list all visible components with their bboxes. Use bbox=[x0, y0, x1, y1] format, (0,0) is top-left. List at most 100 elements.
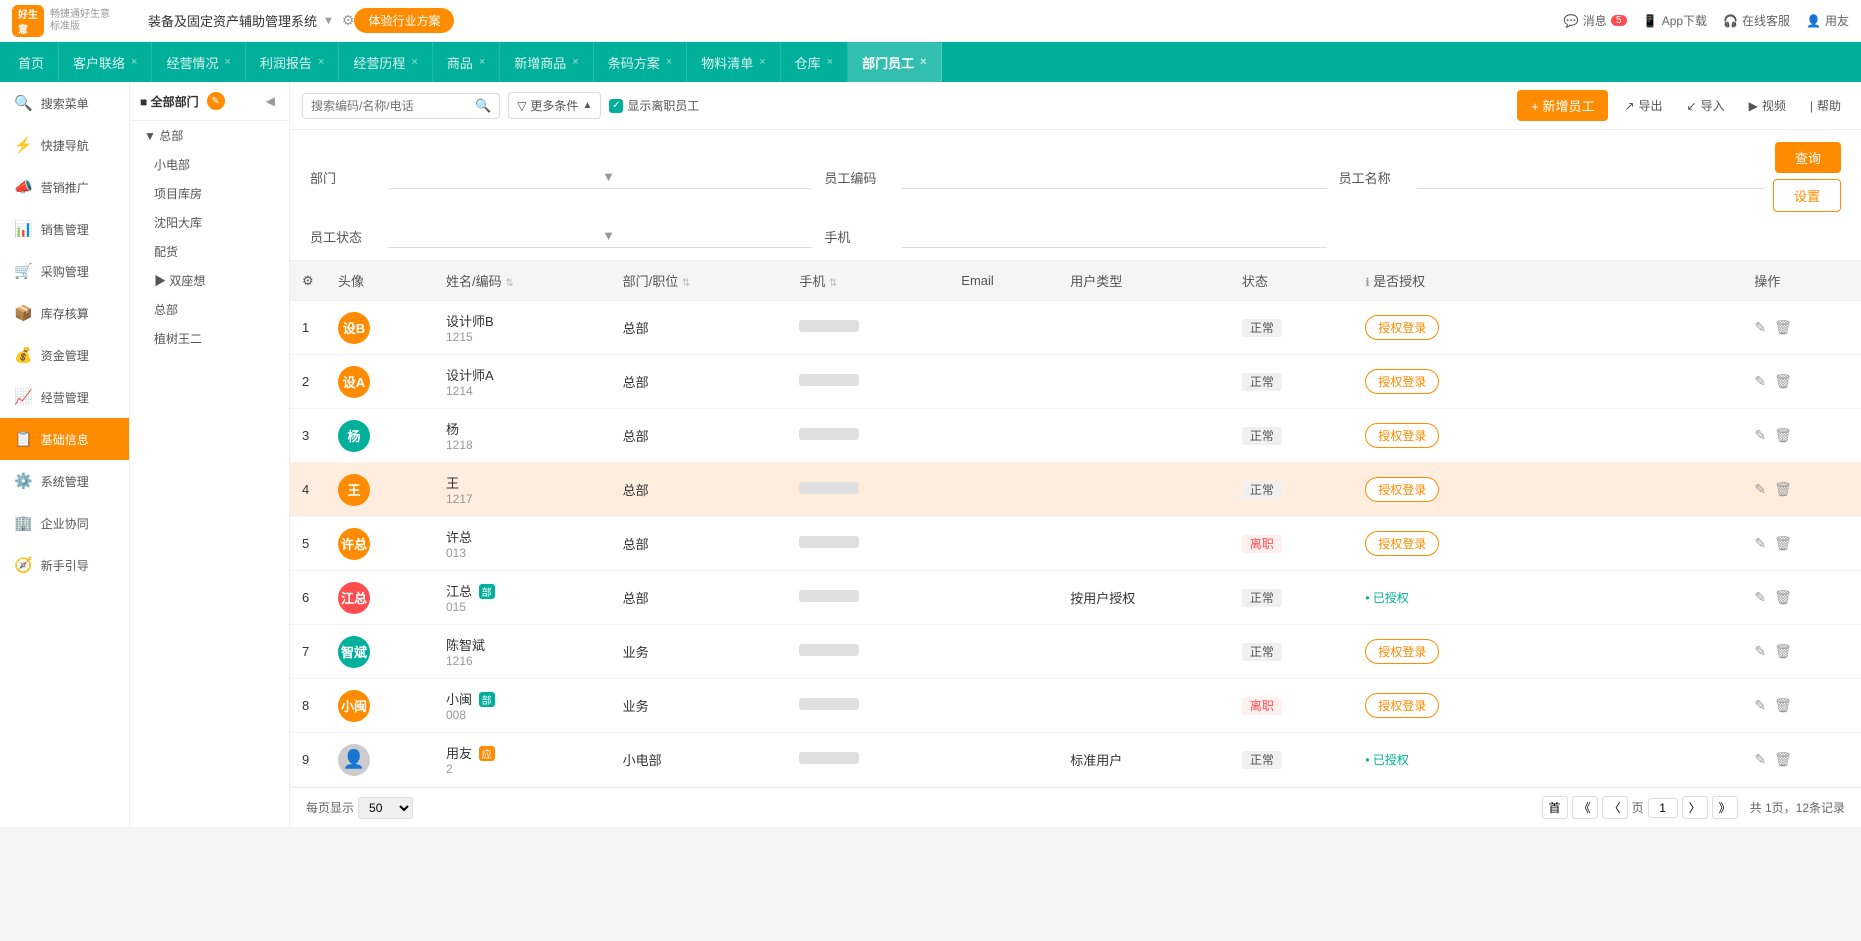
close-tab-icon[interactable]: × bbox=[572, 56, 578, 68]
message-action[interactable]: 💬 消息 5 bbox=[1564, 12, 1627, 29]
nav-tab-首页[interactable]: 首页 bbox=[4, 42, 59, 82]
prev-prev-btn[interactable]: 《 bbox=[1572, 796, 1598, 819]
delete-icon[interactable]: 🗑 bbox=[1774, 535, 1792, 552]
dept-item-双座想[interactable]: ▶ 双座想 bbox=[130, 266, 289, 295]
nav-tab-部门员工[interactable]: 部门员工× bbox=[848, 42, 941, 82]
nav-tab-利润报告[interactable]: 利润报告× bbox=[246, 42, 339, 82]
emp-name-input[interactable] bbox=[1417, 165, 1765, 189]
emp-code-input[interactable] bbox=[902, 165, 1326, 189]
edit-icon[interactable]: ✎ bbox=[1754, 481, 1766, 498]
emp-status-select[interactable]: ▼ bbox=[388, 224, 812, 248]
dept-item-总部[interactable]: ▼ 总部 bbox=[130, 121, 289, 150]
close-tab-icon[interactable]: × bbox=[666, 56, 672, 68]
delete-icon[interactable]: 🗑 bbox=[1774, 427, 1792, 444]
first-page-btn[interactable]: 首 bbox=[1542, 796, 1568, 819]
left-nav-item-marketing[interactable]: 📣营销推广 bbox=[0, 166, 129, 208]
left-nav-item-operations[interactable]: 📈经营管理 bbox=[0, 376, 129, 418]
user-action[interactable]: 👤 用友 bbox=[1806, 12, 1849, 29]
delete-icon[interactable]: 🗑 bbox=[1774, 643, 1792, 660]
prev-btn[interactable]: 〈 bbox=[1602, 796, 1628, 819]
export-btn[interactable]: ↗ 导出 bbox=[1616, 93, 1670, 118]
close-tab-icon[interactable]: × bbox=[318, 56, 324, 68]
left-nav-item-purchase[interactable]: 🛒采购管理 bbox=[0, 250, 129, 292]
nav-tab-仓库[interactable]: 仓库× bbox=[781, 42, 848, 82]
edit-icon[interactable]: ✎ bbox=[1754, 643, 1766, 660]
left-nav-item-system[interactable]: ⚙️系统管理 bbox=[0, 460, 129, 502]
edit-icon[interactable]: ✎ bbox=[1754, 427, 1766, 444]
import-btn[interactable]: ↙ 导入 bbox=[1679, 93, 1733, 118]
edit-icon[interactable]: ✎ bbox=[1754, 535, 1766, 552]
nav-tab-经营历程[interactable]: 经营历程× bbox=[339, 42, 432, 82]
dept-item-总部[interactable]: 总部 bbox=[130, 295, 289, 324]
delete-icon[interactable]: 🗑 bbox=[1774, 751, 1792, 768]
nav-tab-条码方案[interactable]: 条码方案× bbox=[594, 42, 687, 82]
close-tab-icon[interactable]: × bbox=[920, 56, 926, 68]
edit-icon[interactable]: ✎ bbox=[1754, 697, 1766, 714]
dropdown-arrow[interactable]: ▼ bbox=[323, 15, 334, 27]
nav-tab-客户联络[interactable]: 客户联络× bbox=[59, 42, 152, 82]
last-btn[interactable]: 》 bbox=[1712, 796, 1738, 819]
close-tab-icon[interactable]: × bbox=[224, 56, 230, 68]
close-tab-icon[interactable]: × bbox=[131, 56, 137, 68]
auth-btn[interactable]: 授权登录 bbox=[1365, 639, 1439, 664]
online-support-action[interactable]: 🎧 在线客服 bbox=[1723, 12, 1790, 29]
col-name[interactable]: 姓名/编码 ⇅ bbox=[434, 261, 611, 301]
nav-tab-物料清单[interactable]: 物料清单× bbox=[687, 42, 780, 82]
delete-icon[interactable]: 🗑 bbox=[1774, 319, 1792, 336]
delete-icon[interactable]: 🗑 bbox=[1774, 481, 1792, 498]
dept-item-配货[interactable]: 配货 bbox=[130, 237, 289, 266]
nav-tab-新增商品[interactable]: 新增商品× bbox=[500, 42, 593, 82]
dept-item-小电部[interactable]: 小电部 bbox=[130, 150, 289, 179]
col-dept[interactable]: 部门/职位 ⇅ bbox=[611, 261, 788, 301]
dept-edit-icon[interactable]: ✎ bbox=[207, 92, 225, 110]
page-size-select[interactable]: 50 100 bbox=[358, 797, 413, 819]
view-btn[interactable]: ▶ 视频 bbox=[1741, 93, 1794, 118]
help-btn[interactable]: | 帮助 bbox=[1802, 93, 1849, 118]
nav-tab-商品[interactable]: 商品× bbox=[433, 42, 500, 82]
edit-icon[interactable]: ✎ bbox=[1754, 319, 1766, 336]
show-resigned-toggle[interactable]: ✓ 显示离职员工 bbox=[609, 97, 699, 114]
search-box[interactable]: 🔍 bbox=[302, 93, 500, 119]
left-nav-item-guide[interactable]: 🧭新手引导 bbox=[0, 544, 129, 586]
phone-input[interactable] bbox=[902, 224, 1326, 248]
left-nav-item-enterprise[interactable]: 🏢企业协同 bbox=[0, 502, 129, 544]
left-nav-item-sales[interactable]: 📊销售管理 bbox=[0, 208, 129, 250]
next-btn[interactable]: 〉 bbox=[1682, 796, 1708, 819]
dept-filter-select[interactable]: ▼ bbox=[388, 165, 812, 189]
show-resigned-checkbox[interactable]: ✓ bbox=[609, 99, 623, 113]
left-nav-item-finance[interactable]: 💰资金管理 bbox=[0, 334, 129, 376]
auth-btn[interactable]: 授权登录 bbox=[1365, 315, 1439, 340]
try-btn[interactable]: 体验行业方案 bbox=[354, 8, 454, 33]
col-phone[interactable]: 手机 ⇅ bbox=[787, 261, 949, 301]
auth-btn[interactable]: 授权登录 bbox=[1365, 423, 1439, 448]
col-settings[interactable]: ⚙ bbox=[290, 261, 326, 301]
dept-item-项目库房[interactable]: 项目库房 bbox=[130, 179, 289, 208]
edit-icon[interactable]: ✎ bbox=[1754, 589, 1766, 606]
set-btn[interactable]: 设置 bbox=[1773, 179, 1841, 212]
close-tab-icon[interactable]: × bbox=[479, 56, 485, 68]
delete-icon[interactable]: 🗑 bbox=[1774, 697, 1792, 714]
close-tab-icon[interactable]: × bbox=[759, 56, 765, 68]
query-btn[interactable]: 查询 bbox=[1775, 142, 1841, 173]
add-employee-btn[interactable]: + 新增员工 bbox=[1517, 90, 1608, 121]
nav-tab-经营情况[interactable]: 经营情况× bbox=[152, 42, 245, 82]
close-tab-icon[interactable]: × bbox=[411, 56, 417, 68]
auth-btn[interactable]: 授权登录 bbox=[1365, 531, 1439, 556]
left-nav-item-quick-nav[interactable]: ⚡快捷导航 bbox=[0, 124, 129, 166]
auth-btn[interactable]: 授权登录 bbox=[1365, 693, 1439, 718]
filter-more-btn[interactable]: ▽ 更多条件 ▲ bbox=[508, 92, 601, 119]
edit-icon[interactable]: ✎ bbox=[1754, 373, 1766, 390]
close-tab-icon[interactable]: × bbox=[827, 56, 833, 68]
left-nav-item-search-menu[interactable]: 🔍搜索菜单 bbox=[0, 82, 129, 124]
delete-icon[interactable]: 🗑 bbox=[1774, 373, 1792, 390]
app-download-action[interactable]: 📱 App下载 bbox=[1643, 12, 1707, 29]
gear-icon[interactable]: ⚙ bbox=[342, 12, 355, 29]
auth-btn[interactable]: 授权登录 bbox=[1365, 477, 1439, 502]
auth-btn[interactable]: 授权登录 bbox=[1365, 369, 1439, 394]
search-input[interactable] bbox=[311, 99, 471, 113]
dept-item-植树王二[interactable]: 植树王二 bbox=[130, 324, 289, 353]
edit-icon[interactable]: ✎ bbox=[1754, 751, 1766, 768]
dept-item-沈阳大库[interactable]: 沈阳大库 bbox=[130, 208, 289, 237]
page-input[interactable] bbox=[1648, 798, 1678, 818]
left-nav-item-inventory[interactable]: 📦库存核算 bbox=[0, 292, 129, 334]
